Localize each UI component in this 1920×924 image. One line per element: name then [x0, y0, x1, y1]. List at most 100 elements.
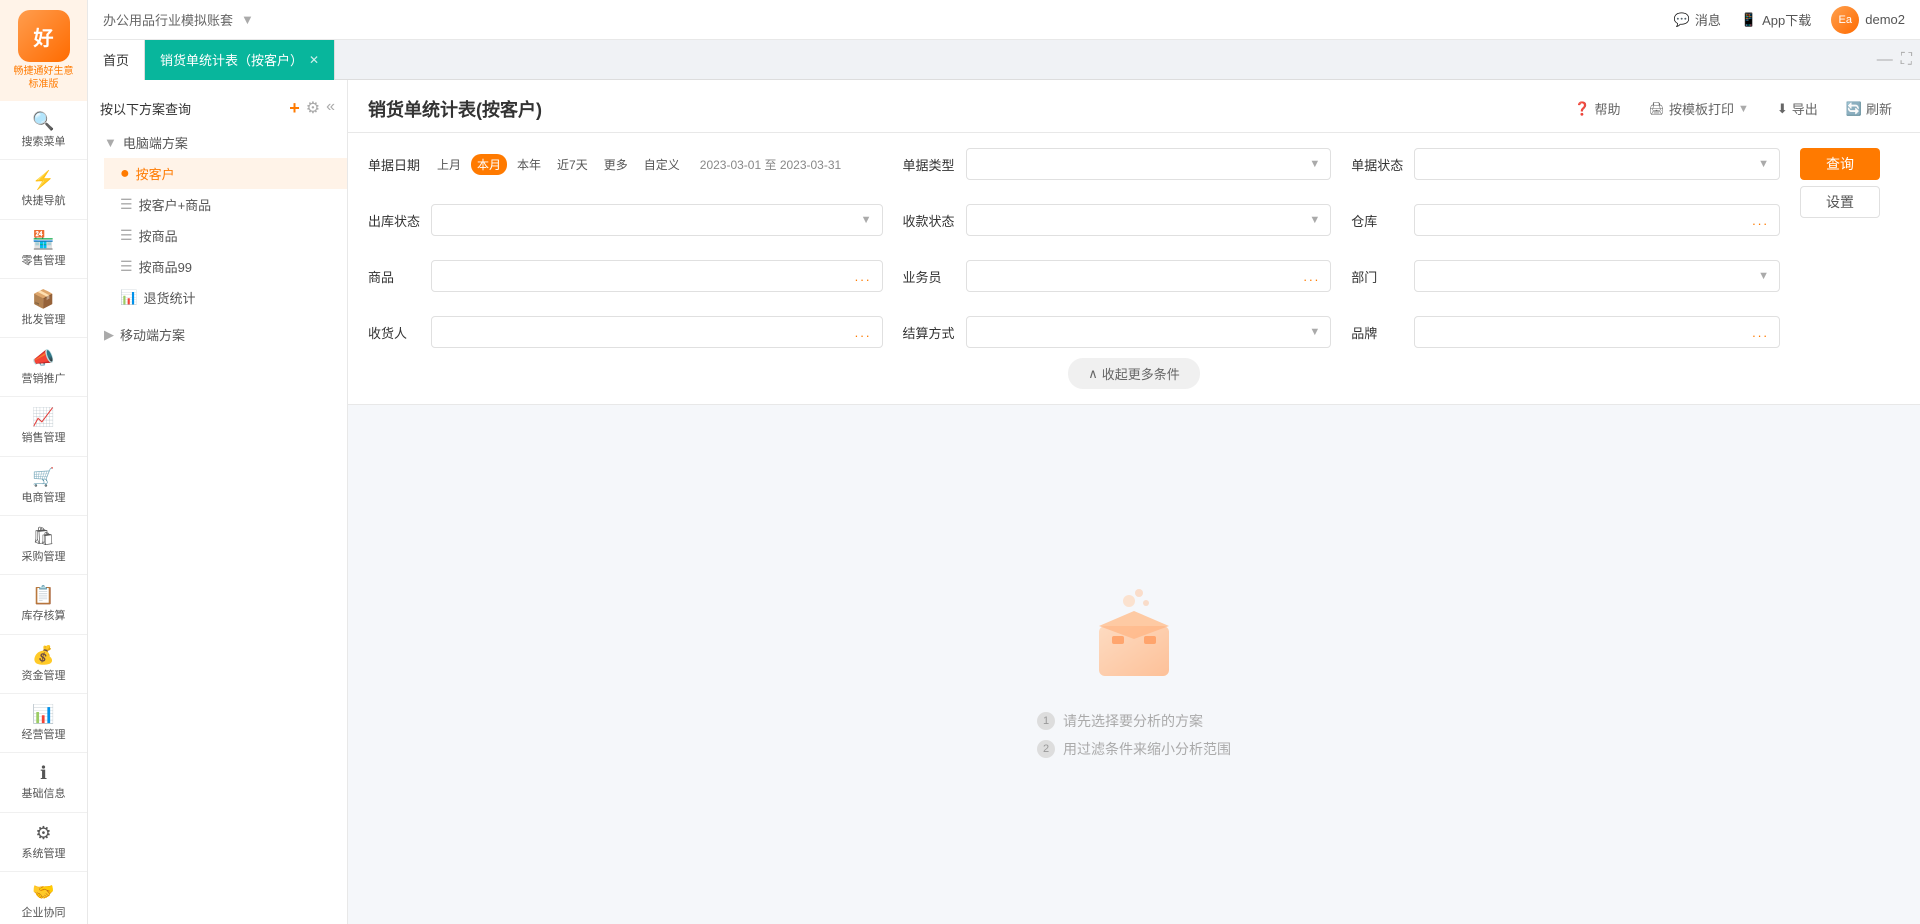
settle-arrow: ▼ [1309, 326, 1320, 338]
sidebar-label-12: 系统管理 [22, 847, 66, 861]
goods-control[interactable]: ... [431, 260, 883, 292]
sidebar-item-2[interactable]: 🏪零售管理 [0, 220, 87, 279]
receiver-label: 收货人 [368, 323, 423, 342]
single-type-control[interactable]: ▼ [966, 148, 1332, 180]
left-panel-header: 按以下方案查询 + ⚙ « [88, 90, 347, 127]
empty-tip-1: 1 请先选择要分析的方案 [1037, 711, 1231, 731]
sidebar-item-7[interactable]: 🛍采购管理 [0, 516, 87, 575]
out-status-arrow: ▼ [861, 214, 872, 226]
settings-scheme-btn[interactable]: ⚙ [306, 98, 320, 119]
collapse-more-btn[interactable]: ∧ 收起更多条件 [1068, 358, 1200, 389]
top-selector-arrow[interactable]: ▼ [241, 12, 254, 27]
salesman-control[interactable]: ... [966, 260, 1332, 292]
sidebar-item-6[interactable]: 🛒电商管理 [0, 457, 87, 516]
tab-close-icon[interactable]: ✕ [309, 53, 319, 67]
tab-home[interactable]: 首页 [88, 40, 145, 80]
query-button[interactable]: 查询 [1800, 148, 1880, 180]
topbar: 办公用品行业模拟账套 ▼ 💬 消息 📱 App下载 Ea demo2 [88, 0, 1920, 40]
filter-row-receiver: 收货人 ... 结算方式 ▼ [368, 316, 1780, 348]
tree-item-mobile[interactable]: ▶ 移动端方案 [88, 319, 347, 350]
date-tab-more[interactable]: 更多 [598, 154, 634, 175]
sidebar-label-11: 基础信息 [22, 787, 66, 801]
sidebar-item-0[interactable]: 🔍搜索菜单 [0, 101, 87, 160]
add-scheme-btn[interactable]: + [289, 98, 300, 119]
sidebar-item-10[interactable]: 📊经营管理 [0, 694, 87, 753]
app-download-label: App下载 [1762, 10, 1811, 29]
help-label: 帮助 [1594, 99, 1620, 118]
tree-item-desktop[interactable]: ▼ 电脑端方案 [88, 127, 347, 158]
active-dot-icon: ● [120, 165, 130, 183]
tree-child-by-customer[interactable]: ● 按客户 [104, 158, 347, 189]
sidebar-item-5[interactable]: 📈销售管理 [0, 397, 87, 456]
filter-row-goods: 商品 ... 业务员 ... [368, 260, 1780, 292]
date-tab-custom[interactable]: 自定义 [638, 154, 686, 175]
tab-controls: — ⛶ [335, 51, 1920, 69]
tree-expand-icon-mobile: ▶ [104, 327, 114, 343]
help-btn[interactable]: ❓ 帮助 [1566, 95, 1628, 122]
tree-child-label-customer: 按客户 [136, 164, 175, 183]
avatar-text: Ea [1839, 14, 1852, 26]
filter-item-receiver: 收货人 ... [368, 316, 883, 348]
collapse-panel-btn[interactable]: « [326, 98, 335, 119]
sidebar-item-12[interactable]: ⚙系统管理 [0, 813, 87, 872]
dept-arrow: ▼ [1758, 270, 1769, 282]
settings-button[interactable]: 设置 [1800, 186, 1880, 218]
sidebar-label-7: 采购管理 [22, 550, 66, 564]
sidebar-item-1[interactable]: ⚡快捷导航 [0, 160, 87, 219]
print-btn[interactable]: 🖨 按模板打印 ▼ [1640, 95, 1756, 122]
settle-control[interactable]: ▼ [966, 316, 1332, 348]
filter-item-collect-status: 收款状态 ▼ [903, 204, 1332, 236]
date-tab-7days[interactable]: 近7天 [551, 154, 594, 175]
dept-control[interactable]: ▼ [1414, 260, 1780, 292]
page-title: 销货单统计表(按客户) [368, 96, 542, 122]
tip-num-2: 2 [1037, 740, 1055, 758]
date-tab-this-year[interactable]: 本年 [511, 154, 547, 175]
refresh-btn[interactable]: 🔄 刷新 [1838, 95, 1900, 122]
empty-state: 1 请先选择要分析的方案 2 用过滤条件来缩小分析范围 [348, 405, 1920, 924]
tab-sales-stats[interactable]: 销货单统计表（按客户） ✕ [145, 40, 335, 80]
tab-minimize-icon[interactable]: — [1877, 51, 1893, 69]
tree-child-customer-goods[interactable]: ☰ 按客户+商品 [104, 189, 347, 220]
sidebar-item-4[interactable]: 📣营销推广 [0, 338, 87, 397]
tree-child-goods[interactable]: ☰ 按商品 [104, 220, 347, 251]
tab-maximize-icon[interactable]: ⛶ [1901, 51, 1912, 69]
sidebar: 好 畅捷通好生意标准版 🔍搜索菜单⚡快捷导航🏪零售管理📦批发管理📣营销推广📈销售… [0, 0, 88, 924]
export-btn[interactable]: ⬇ 导出 [1769, 95, 1826, 122]
brand-control[interactable]: ... [1414, 316, 1780, 348]
avatar: Ea [1831, 6, 1859, 34]
filter-item-dept: 部门 ▼ [1351, 260, 1780, 292]
user-area[interactable]: Ea demo2 [1831, 6, 1905, 34]
sidebar-item-8[interactable]: 📋库存核算 [0, 575, 87, 634]
receiver-control[interactable]: ... [431, 316, 883, 348]
sidebar-icon-4: 📣 [32, 348, 54, 369]
warehouse-control[interactable]: ... [1414, 204, 1780, 236]
sidebar-item-9[interactable]: 💰资金管理 [0, 635, 87, 694]
filter-item-settle: 结算方式 ▼ [903, 316, 1332, 348]
sidebar-item-11[interactable]: ℹ基础信息 [0, 753, 87, 812]
tip-text-2: 用过滤条件来缩小分析范围 [1063, 739, 1231, 759]
tree-child-return-stats[interactable]: 📊 退货统计 [104, 282, 347, 313]
filter-area: 单据日期 上月 本月 本年 近7天 更多 自定义 [348, 133, 1920, 405]
tree-child-label-customer-goods: 按客户+商品 [139, 195, 212, 214]
empty-tip-2: 2 用过滤条件来缩小分析范围 [1037, 739, 1231, 759]
sidebar-icon-9: 💰 [32, 645, 54, 666]
collapse-arrow-icon: ∧ [1088, 366, 1098, 382]
date-tab-last-month[interactable]: 上月 [431, 154, 467, 175]
tree-child-label-goods99: 按商品99 [139, 257, 192, 276]
filter-row-out-status: 出库状态 ▼ 收款状态 ▼ [368, 204, 1780, 236]
app-download-action[interactable]: 📱 App下载 [1741, 10, 1811, 29]
salesman-dots: ... [1303, 269, 1320, 284]
sidebar-item-3[interactable]: 📦批发管理 [0, 279, 87, 338]
grid-icon-3: ☰ [120, 258, 133, 275]
single-status-control[interactable]: ▼ [1414, 148, 1780, 180]
tree-child-goods99[interactable]: ☰ 按商品99 [104, 251, 347, 282]
date-tab-this-month[interactable]: 本月 [471, 154, 507, 175]
collect-status-control[interactable]: ▼ [966, 204, 1332, 236]
sidebar-label-8: 库存核算 [22, 609, 66, 623]
single-date-label: 单据日期 [368, 155, 423, 174]
sidebar-icon-2: 🏪 [32, 230, 54, 251]
out-status-control[interactable]: ▼ [431, 204, 883, 236]
sidebar-icon-10: 📊 [32, 704, 54, 725]
message-action[interactable]: 💬 消息 [1674, 10, 1721, 29]
sidebar-item-13[interactable]: 🤝企业协同 [0, 872, 87, 924]
